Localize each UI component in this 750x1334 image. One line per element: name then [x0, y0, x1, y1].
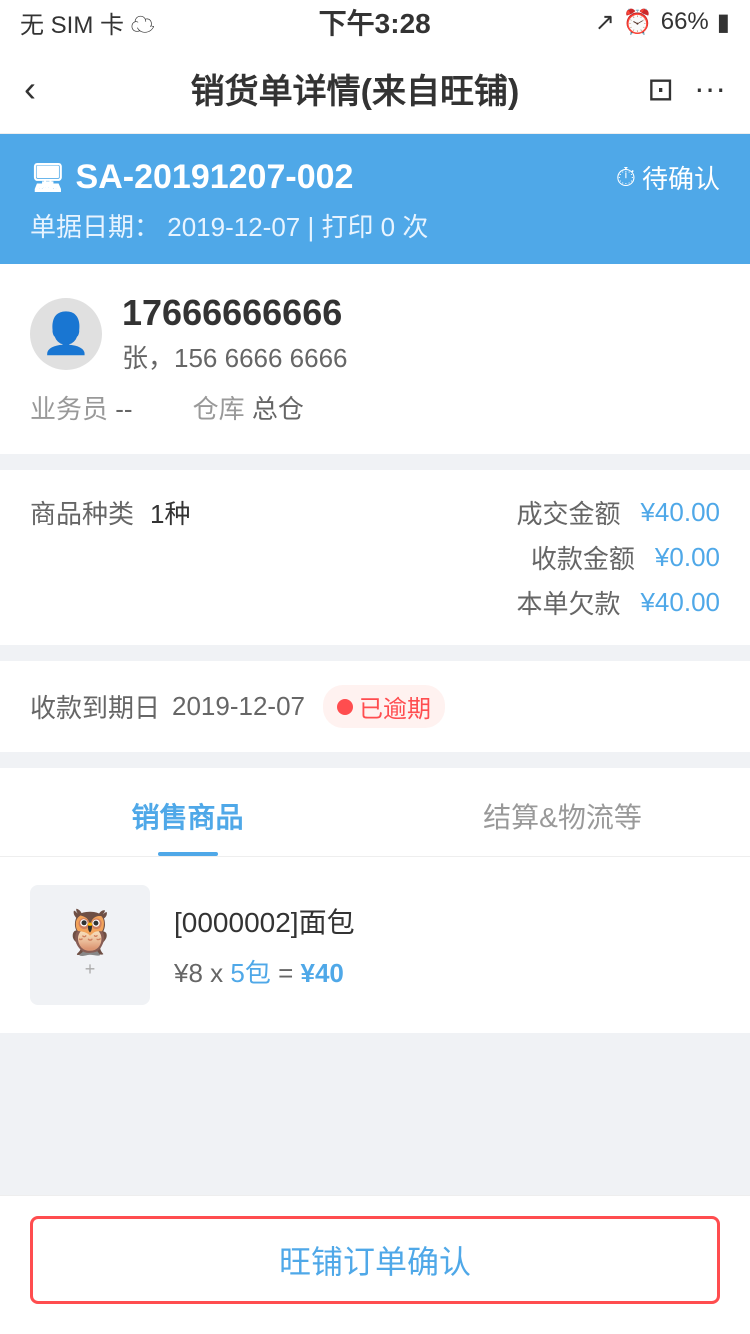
order-number: 🖥 SA-20191207-002	[30, 158, 353, 197]
product-price: ¥8 x 5包 = ¥40	[174, 953, 720, 990]
customer-name: 张，156 6666 6666	[122, 338, 348, 375]
page-title: 销货单详情(来自旺铺)	[84, 64, 626, 113]
product-section: 🦉 + [0000002]面包 ¥8 x 5包 = ¥40	[0, 857, 750, 1033]
deal-amount-row: 成交金额 ¥40.00	[516, 494, 720, 531]
tab-settlement-logistics[interactable]: 结算&物流等	[375, 768, 750, 856]
clock-icon: ⏱	[616, 162, 636, 194]
due-date-value: 2019-12-07	[172, 691, 305, 722]
debt-amount: ¥40.00	[640, 587, 720, 618]
overdue-dot-icon	[337, 699, 353, 715]
equals-sign: =	[278, 958, 300, 988]
product-item: 🦉 + [0000002]面包 ¥8 x 5包 = ¥40	[30, 885, 720, 1005]
tabs-row: 销售商品 结算&物流等	[0, 768, 750, 857]
received-amount: ¥0.00	[655, 542, 720, 573]
tab-sales-products[interactable]: 销售商品	[0, 768, 375, 856]
overdue-badge: 已逾期	[323, 685, 445, 728]
location-icon: ↗	[595, 8, 615, 37]
customer-phone: 17666666666	[122, 292, 348, 334]
order-status: ⏱ 待确认	[616, 159, 720, 196]
deal-amount: ¥40.00	[640, 497, 720, 528]
status-time: 下午3:28	[319, 2, 431, 42]
product-qty: 5包	[230, 958, 270, 988]
multiply-sign: x	[210, 958, 230, 988]
status-bar: 无 SIM 卡 ☁ 下午3:28 ↗ ⏰ 66% ▮	[0, 0, 750, 44]
amount-summary: 成交金额 ¥40.00 收款金额 ¥0.00 本单欠款 ¥40.00	[516, 494, 720, 621]
nav-right-actions: ⊡ ···	[626, 70, 726, 108]
product-info: [0000002]面包 ¥8 x 5包 = ¥40	[174, 901, 720, 990]
alarm-icon: ⏰	[623, 8, 653, 37]
confirm-order-button[interactable]: 旺铺订单确认	[30, 1216, 720, 1304]
nav-bar: ‹ 销货单详情(来自旺铺) ⊡ ···	[0, 44, 750, 134]
battery-label: 66%	[661, 8, 709, 36]
due-date-label: 收款到期日	[30, 688, 160, 725]
back-button[interactable]: ‹	[24, 68, 84, 110]
tabs-section: 销售商品 结算&物流等 🦉 + [0000002]面包 ¥8 x 5包	[0, 768, 750, 1033]
received-amount-row: 收款金额 ¥0.00	[531, 539, 720, 576]
price-unit: ¥8	[174, 958, 203, 988]
summary-section: 商品种类 1种 成交金额 ¥40.00 收款金额 ¥0.00 本单欠款 ¥40.…	[0, 470, 750, 645]
bottom-bar: 旺铺订单确认	[0, 1195, 750, 1334]
status-text: 待确认	[642, 159, 720, 196]
status-right: ↗ ⏰ 66% ▮	[595, 8, 730, 37]
sales-person: 业务员 --	[30, 389, 133, 426]
customer-section: 👤 17666666666 张，156 6666 6666 业务员 -- 仓库 …	[0, 264, 750, 454]
product-name: [0000002]面包	[174, 901, 720, 941]
product-type: 商品种类 1种	[30, 494, 190, 531]
product-total: ¥40	[301, 958, 344, 988]
battery-icon: ▮	[717, 8, 730, 37]
avatar: 👤	[30, 298, 102, 370]
product-thumb-plus: +	[63, 959, 118, 980]
debt-amount-row: 本单欠款 ¥40.00	[516, 584, 720, 621]
due-date-section: 收款到期日 2019-12-07 已逾期	[0, 661, 750, 752]
status-left: 无 SIM 卡 ☁	[20, 5, 155, 40]
sim-wifi-label: 无 SIM 卡 ☁	[20, 5, 155, 40]
order-type-icon: 🖥	[30, 161, 66, 194]
share-button[interactable]: ⊡	[647, 70, 674, 108]
avatar-icon: 👤	[41, 310, 91, 357]
overdue-text: 已逾期	[359, 689, 431, 724]
more-button[interactable]: ···	[694, 70, 726, 107]
order-header: 🖥 SA-20191207-002 ⏱ 待确认 单据日期： 2019-12-07…	[0, 134, 750, 264]
product-thumbnail: 🦉 +	[30, 885, 150, 1005]
warehouse: 仓库 总仓	[193, 389, 304, 426]
order-date-row: 单据日期： 2019-12-07 | 打印 0 次	[30, 207, 720, 244]
